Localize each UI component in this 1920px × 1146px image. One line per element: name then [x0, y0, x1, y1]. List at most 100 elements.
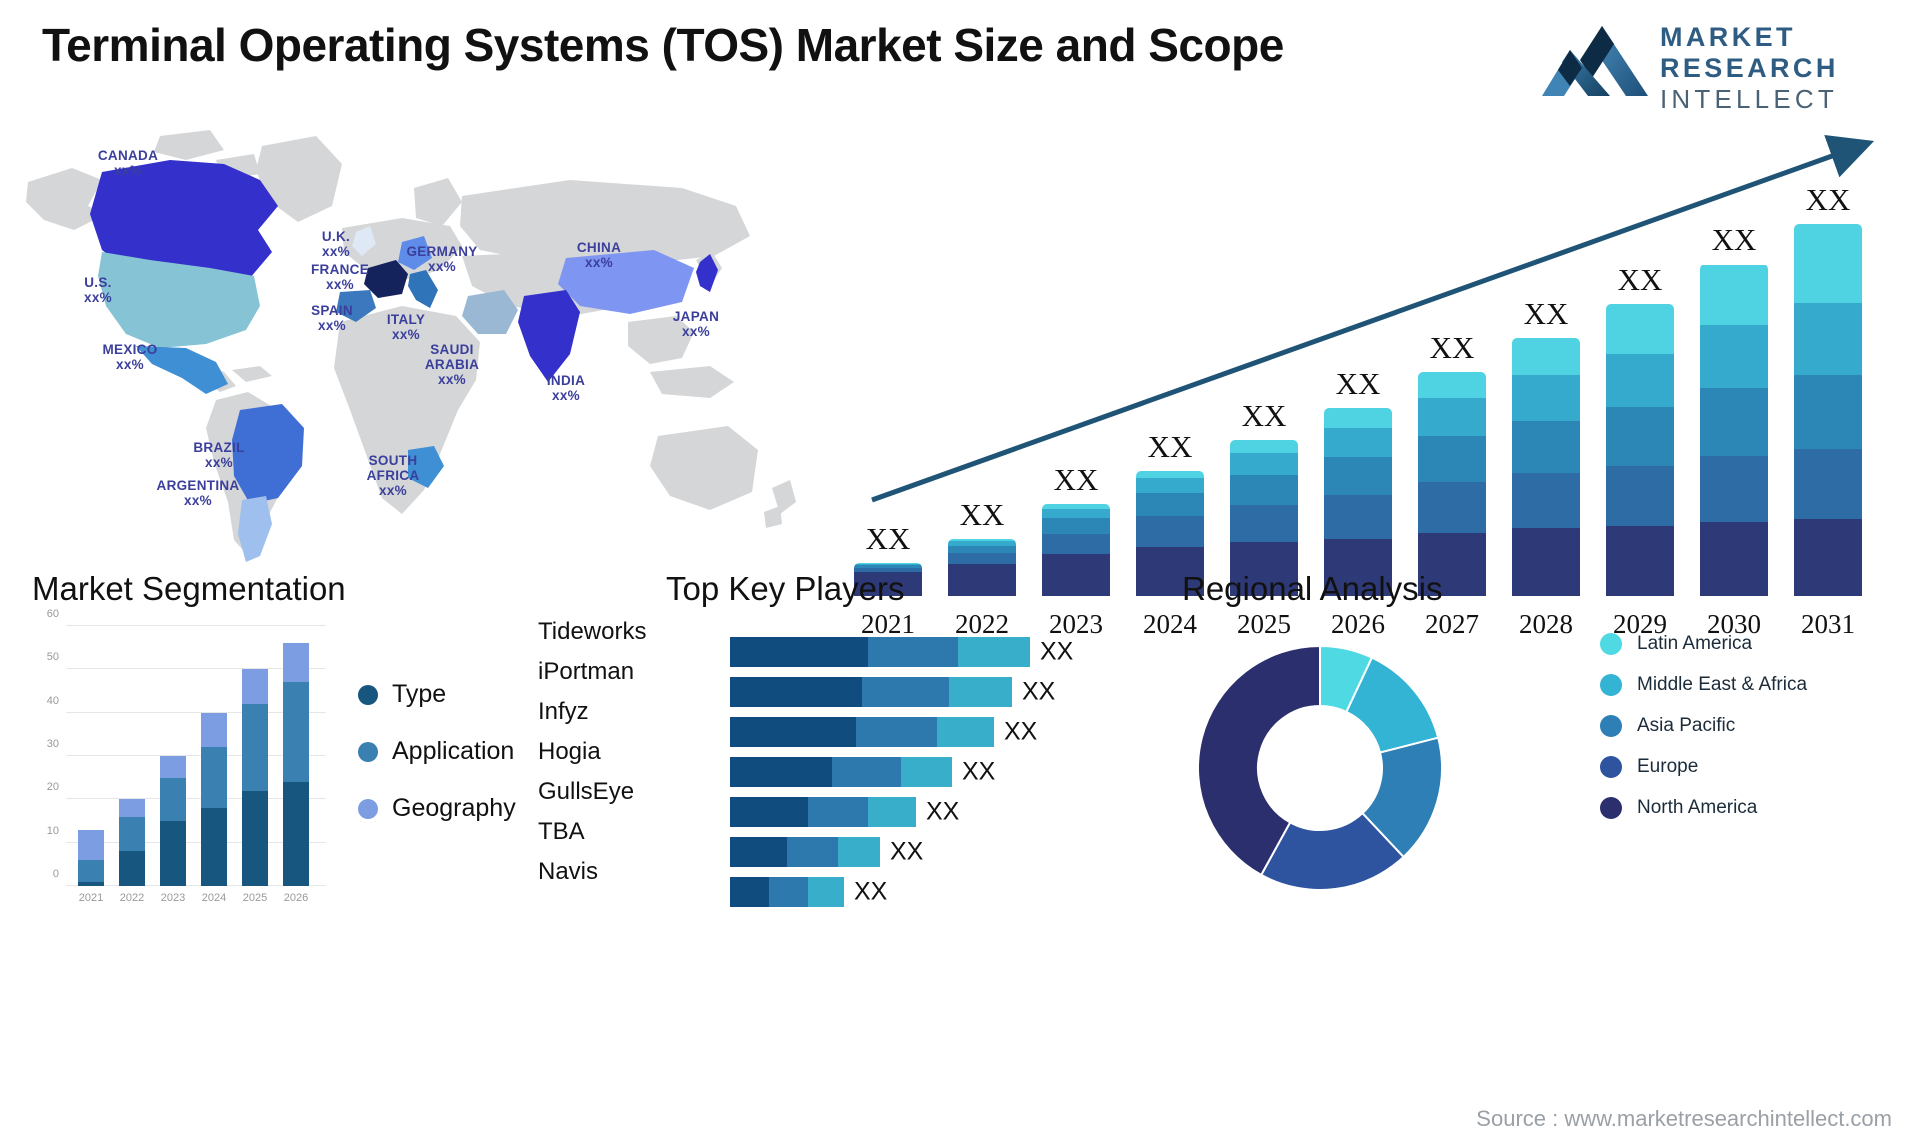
player-bar-segment	[901, 757, 952, 787]
map-label-value: xx%	[184, 493, 212, 508]
map-label-brazil: BRAZIL xx%	[193, 440, 244, 470]
forecast-bar-value: XX	[1711, 222, 1757, 258]
map-label-name: INDIA	[546, 373, 586, 388]
forecast-bar-segment	[1324, 407, 1392, 428]
forecast-bar-column: XX	[1700, 222, 1768, 596]
player-name: Infyz	[538, 698, 589, 725]
player-name: iPortman	[538, 658, 635, 685]
infographic-page: Terminal Operating Systems (TOS) Market …	[0, 0, 1920, 1146]
forecast-bar-segment	[948, 545, 1016, 554]
player-bar	[730, 877, 844, 907]
player-bar-value: XX	[1040, 637, 1074, 666]
player-bar-segment	[769, 877, 808, 907]
map-label-name: CHINA	[576, 240, 622, 255]
forecast-bar-value: XX	[865, 521, 911, 557]
segmentation-bar-segment	[119, 799, 145, 817]
segmentation-bar-column: 2025	[242, 669, 268, 904]
map-country-argentina	[238, 496, 272, 562]
forecast-bar	[1606, 303, 1674, 596]
forecast-bar-segment	[1042, 508, 1110, 519]
regional-legend-item[interactable]: Middle East & Africa	[1600, 673, 1807, 696]
legend-dot-icon	[358, 684, 378, 705]
player-bar-segment	[832, 757, 901, 787]
legend-dot-icon	[1600, 715, 1622, 737]
segmentation-bar-column: 2026	[283, 643, 309, 904]
map-label-value: xx%	[428, 259, 456, 274]
segmentation-y-tick: 30	[46, 738, 59, 750]
forecast-bar-value: XX	[1241, 397, 1287, 433]
regional-legend-item[interactable]: Latin America	[1600, 632, 1807, 655]
player-bar	[730, 757, 952, 787]
segmentation-y-tick: 20	[46, 781, 59, 794]
forecast-bar-value: XX	[1805, 182, 1851, 217]
map-label-value: xx%	[682, 324, 710, 339]
forecast-bar-segment	[1418, 482, 1486, 533]
world-map: CANADA xx% U.S. xx% MEXICO xx% BRAZIL xx% ARGENT…	[10, 110, 810, 570]
map-label-name: MEXICO	[102, 342, 158, 357]
player-name: Hogia	[538, 738, 601, 765]
regional-analysis-title: Regional Analysis	[1182, 570, 1443, 607]
segmentation-bar-column: 2023	[160, 756, 186, 904]
forecast-bar-column: XX	[1418, 330, 1486, 596]
forecast-bar-column: XX	[1324, 366, 1392, 596]
segmentation-bar	[119, 799, 145, 886]
forecast-bar-segment	[1700, 455, 1768, 522]
regional-legend-item[interactable]: Asia Pacific	[1600, 714, 1807, 737]
segmentation-bar-segment	[119, 816, 145, 852]
legend-dot-icon	[358, 798, 378, 819]
forecast-bar-segment	[1794, 375, 1862, 450]
map-label-china: CHINA xx%	[577, 240, 621, 270]
map-label-value: xx%	[322, 244, 350, 259]
legend-dot-icon	[358, 741, 378, 762]
forecast-bar-value: XX	[959, 497, 1005, 533]
player-bar	[730, 837, 880, 867]
forecast-bar-segment	[1324, 495, 1392, 540]
segmentation-bar-segment	[160, 821, 186, 886]
segmentation-bar	[160, 756, 186, 886]
segmentation-legend-item[interactable]: Type	[358, 680, 516, 709]
segmentation-bar-segment	[78, 860, 104, 882]
regional-analysis-section: Regional Analysis Latin America Middle Ea…	[1150, 570, 1920, 920]
map-label-name: ITALY	[386, 312, 426, 327]
forecast-bar-segment	[1418, 436, 1486, 483]
segmentation-bar	[201, 712, 227, 886]
forecast-bar	[1700, 264, 1768, 596]
segmentation-bar	[78, 829, 104, 886]
segmentation-bar-segment	[78, 881, 104, 886]
map-label-spain: SPAIN xx%	[311, 303, 353, 333]
regional-analysis-legend: Latin America Middle East & Africa Asia Pa…	[1600, 632, 1807, 837]
forecast-bar-segment	[1042, 533, 1110, 555]
forecast-bar-segment	[1700, 388, 1768, 456]
forecast-bar	[1324, 407, 1392, 596]
map-label-name: U.K.	[321, 229, 351, 244]
forecast-bar-segment	[1136, 477, 1204, 494]
segmentation-y-tick: 40	[46, 694, 59, 707]
forecast-bar-segment	[1230, 474, 1298, 506]
map-label-south-africa: SOUTH AFRICA xx%	[367, 453, 420, 498]
segmentation-y-tick: 50	[46, 651, 59, 664]
segmentation-legend-item[interactable]: Geography	[358, 794, 516, 823]
player-bar-segment	[730, 637, 868, 667]
forecast-bar-segment	[1230, 439, 1298, 453]
player-bar	[730, 797, 916, 827]
map-label-value: xx%	[114, 163, 142, 178]
logo-mountain-icon	[1542, 26, 1648, 96]
forecast-bar-column: XX	[1512, 296, 1580, 596]
forecast-bar-segment	[1512, 375, 1580, 421]
forecast-bar-segment	[1606, 406, 1674, 466]
player-bar-value: XX	[962, 757, 996, 786]
forecast-bar-value: XX	[1523, 295, 1569, 331]
segmentation-legend-item[interactable]: Application	[358, 737, 516, 766]
player-bar-value: XX	[1022, 677, 1056, 706]
segmentation-gridline: 60	[47, 608, 326, 626]
forecast-bar-segment	[1136, 516, 1204, 547]
regional-legend-item[interactable]: North America	[1600, 796, 1807, 819]
segmentation-bar-segment	[78, 829, 104, 861]
regional-legend-item[interactable]: Europe	[1600, 755, 1807, 778]
forecast-bar-value: XX	[1053, 462, 1099, 498]
player-bar-segment	[868, 637, 958, 667]
legend-dot-icon	[1600, 756, 1622, 778]
forecast-bar	[1512, 337, 1580, 596]
forecast-bar	[1418, 371, 1486, 596]
player-bar-segment	[730, 717, 856, 747]
